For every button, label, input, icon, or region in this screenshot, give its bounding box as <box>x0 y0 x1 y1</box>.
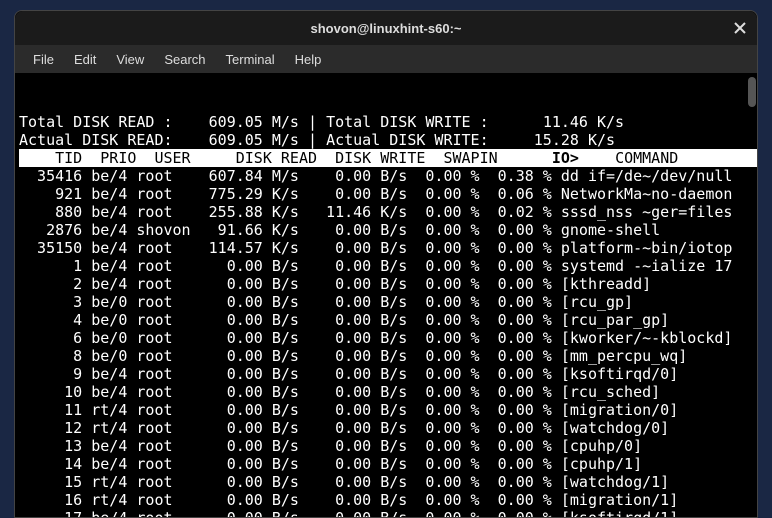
summary-line-1: Total DISK READ : 609.05 M/s | Total DIS… <box>19 113 624 131</box>
close-icon <box>734 22 746 34</box>
scrollbar-thumb[interactable] <box>748 77 756 107</box>
menu-search[interactable]: Search <box>154 48 215 71</box>
menu-file[interactable]: File <box>23 48 64 71</box>
sort-column-io: IO> <box>552 149 579 167</box>
process-rows: 35416 be/4 root 607.84 M/s 0.00 B/s 0.00… <box>19 167 753 517</box>
menu-view[interactable]: View <box>106 48 154 71</box>
menu-terminal[interactable]: Terminal <box>216 48 285 71</box>
close-button[interactable] <box>731 19 749 37</box>
column-header-row: TID PRIO USER DISK READ DISK WRITE SWAPI… <box>19 149 757 167</box>
menubar: File Edit View Search Terminal Help <box>15 45 757 73</box>
terminal-window: shovon@linuxhint-s60:~ File Edit View Se… <box>14 10 758 518</box>
window-title: shovon@linuxhint-s60:~ <box>311 21 462 36</box>
menu-edit[interactable]: Edit <box>64 48 106 71</box>
summary-line-2: Actual DISK READ: 609.05 M/s | Actual DI… <box>19 131 615 149</box>
menu-help[interactable]: Help <box>285 48 332 71</box>
titlebar[interactable]: shovon@linuxhint-s60:~ <box>15 11 757 45</box>
terminal-output[interactable]: Total DISK READ : 609.05 M/s | Total DIS… <box>15 73 757 517</box>
